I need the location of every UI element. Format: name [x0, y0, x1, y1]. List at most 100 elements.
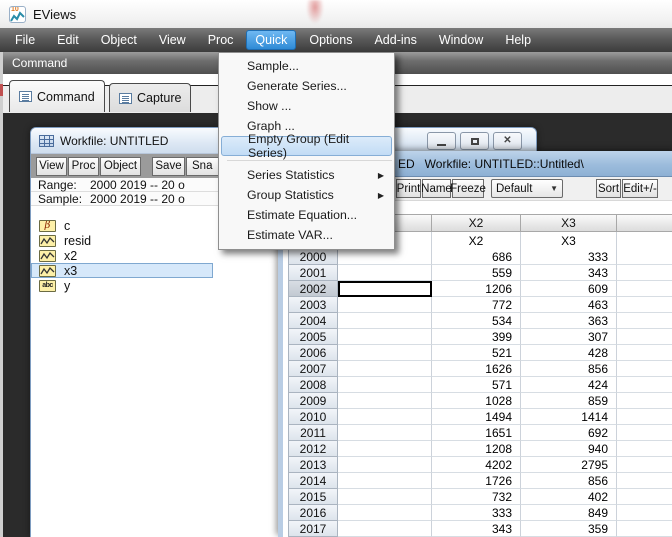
cell-x2[interactable]: 1626	[432, 361, 521, 377]
menu-help[interactable]: Help	[496, 30, 540, 50]
cell-empty[interactable]	[338, 313, 432, 329]
cell-empty[interactable]	[617, 521, 672, 537]
menu-quick[interactable]: Quick	[246, 30, 296, 50]
row-header-2003[interactable]: 2003	[288, 297, 338, 313]
cell-x3[interactable]: 363	[521, 313, 617, 329]
menu-item-show[interactable]: Show ...	[221, 96, 392, 116]
object-button[interactable]: Object	[100, 157, 141, 176]
menu-edit[interactable]: Edit	[48, 30, 88, 50]
row-header-2000[interactable]: 2000	[288, 249, 338, 265]
cell-x3[interactable]: 463	[521, 297, 617, 313]
cell-x3[interactable]: 692	[521, 425, 617, 441]
cell-empty[interactable]	[338, 265, 432, 281]
menu-window[interactable]: Window	[430, 30, 492, 50]
cell-empty[interactable]	[617, 345, 672, 361]
maximize-button[interactable]	[460, 132, 489, 150]
row-header-2005[interactable]: 2005	[288, 329, 338, 345]
sort-button[interactable]: Sort	[596, 179, 621, 198]
menu-item-estimate-var[interactable]: Estimate VAR...	[221, 225, 392, 245]
cell-x2[interactable]: 343	[432, 521, 521, 537]
cell-empty[interactable]	[617, 473, 672, 489]
menu-item-group-statistics[interactable]: Group Statistics▶	[221, 185, 392, 205]
row-header-2017[interactable]: 2017	[288, 521, 338, 537]
cell-empty[interactable]	[338, 457, 432, 473]
minimize-button[interactable]	[427, 132, 456, 150]
view-dropdown[interactable]: Default▼	[491, 179, 563, 198]
menu-item-sample[interactable]: Sample...	[221, 56, 392, 76]
freeze-button[interactable]: Freeze	[452, 179, 484, 198]
row-header-2007[interactable]: 2007	[288, 361, 338, 377]
object-item-c[interactable]: βc	[31, 218, 213, 233]
cell-x3[interactable]: 609	[521, 281, 617, 297]
cell-empty[interactable]	[617, 409, 672, 425]
cell-x3[interactable]: 402	[521, 489, 617, 505]
menu-object[interactable]: Object	[92, 30, 146, 50]
object-item-x2[interactable]: x2	[31, 248, 213, 263]
proc-button[interactable]: Proc	[68, 157, 99, 176]
cell-x3[interactable]: 849	[521, 505, 617, 521]
row-header-2009[interactable]: 2009	[288, 393, 338, 409]
menu-item-empty-group-edit-series[interactable]: Empty Group (Edit Series)	[221, 136, 392, 156]
cell-empty[interactable]	[617, 329, 672, 345]
cell-x3[interactable]: 359	[521, 521, 617, 537]
cell-x3[interactable]: 2795	[521, 457, 617, 473]
cell-empty[interactable]	[617, 297, 672, 313]
cell-empty[interactable]	[338, 393, 432, 409]
cell-x2[interactable]: 333	[432, 505, 521, 521]
row-header-2001[interactable]: 2001	[288, 265, 338, 281]
cell-x3[interactable]: 1414	[521, 409, 617, 425]
row-header-2016[interactable]: 2016	[288, 505, 338, 521]
cell-empty[interactable]	[338, 345, 432, 361]
cell-x3[interactable]: 333	[521, 249, 617, 265]
cell-empty[interactable]	[338, 377, 432, 393]
cell-empty[interactable]	[338, 473, 432, 489]
label-cell-x2[interactable]: X2	[432, 232, 521, 249]
row-header-2012[interactable]: 2012	[288, 441, 338, 457]
cell-x3[interactable]: 859	[521, 393, 617, 409]
cell-empty[interactable]	[617, 361, 672, 377]
cell-empty[interactable]	[338, 297, 432, 313]
label-cell-x3[interactable]: X3	[521, 232, 617, 249]
column-header-x3[interactable]: X3	[521, 214, 617, 232]
row-header-2014[interactable]: 2014	[288, 473, 338, 489]
cell-x3[interactable]: 856	[521, 473, 617, 489]
cell-x3[interactable]: 424	[521, 377, 617, 393]
cell-empty[interactable]	[617, 425, 672, 441]
cell-x2[interactable]: 4202	[432, 457, 521, 473]
cell-empty[interactable]	[617, 281, 672, 297]
row-header-2008[interactable]: 2008	[288, 377, 338, 393]
save-button[interactable]: Save	[152, 157, 185, 176]
cell-x2[interactable]: 399	[432, 329, 521, 345]
cell-empty[interactable]	[617, 249, 672, 265]
cell-x2[interactable]: 686	[432, 249, 521, 265]
cell-x2[interactable]: 1651	[432, 425, 521, 441]
menu-options[interactable]: Options	[300, 30, 361, 50]
row-header-2006[interactable]: 2006	[288, 345, 338, 361]
cell-empty[interactable]	[617, 313, 672, 329]
cell-x3[interactable]: 940	[521, 441, 617, 457]
menu-item-estimate-equation[interactable]: Estimate Equation...	[221, 205, 392, 225]
menu-proc[interactable]: Proc	[199, 30, 243, 50]
tab-command[interactable]: Command	[9, 80, 105, 112]
cell-x3[interactable]: 307	[521, 329, 617, 345]
cell-x3[interactable]: 856	[521, 361, 617, 377]
cell-x2[interactable]: 732	[432, 489, 521, 505]
cell-empty[interactable]	[338, 409, 432, 425]
cell-empty[interactable]	[617, 441, 672, 457]
cell-x2[interactable]: 1028	[432, 393, 521, 409]
selected-cell[interactable]	[338, 281, 432, 297]
row-header-2004[interactable]: 2004	[288, 313, 338, 329]
cell-empty[interactable]	[617, 489, 672, 505]
cell-empty[interactable]	[617, 505, 672, 521]
cell-x2[interactable]: 521	[432, 345, 521, 361]
tab-capture[interactable]: Capture	[109, 83, 191, 112]
menu-addins[interactable]: Add-ins	[365, 30, 425, 50]
object-item-x3[interactable]: x3	[31, 263, 213, 278]
object-item-resid[interactable]: resid	[31, 233, 213, 248]
row-header-2002[interactable]: 2002	[288, 281, 338, 297]
row-header-2013[interactable]: 2013	[288, 457, 338, 473]
cell-x2[interactable]: 1208	[432, 441, 521, 457]
menu-item-series-statistics[interactable]: Series Statistics▶	[221, 165, 392, 185]
cell-empty[interactable]	[617, 265, 672, 281]
cell-x2[interactable]: 1726	[432, 473, 521, 489]
